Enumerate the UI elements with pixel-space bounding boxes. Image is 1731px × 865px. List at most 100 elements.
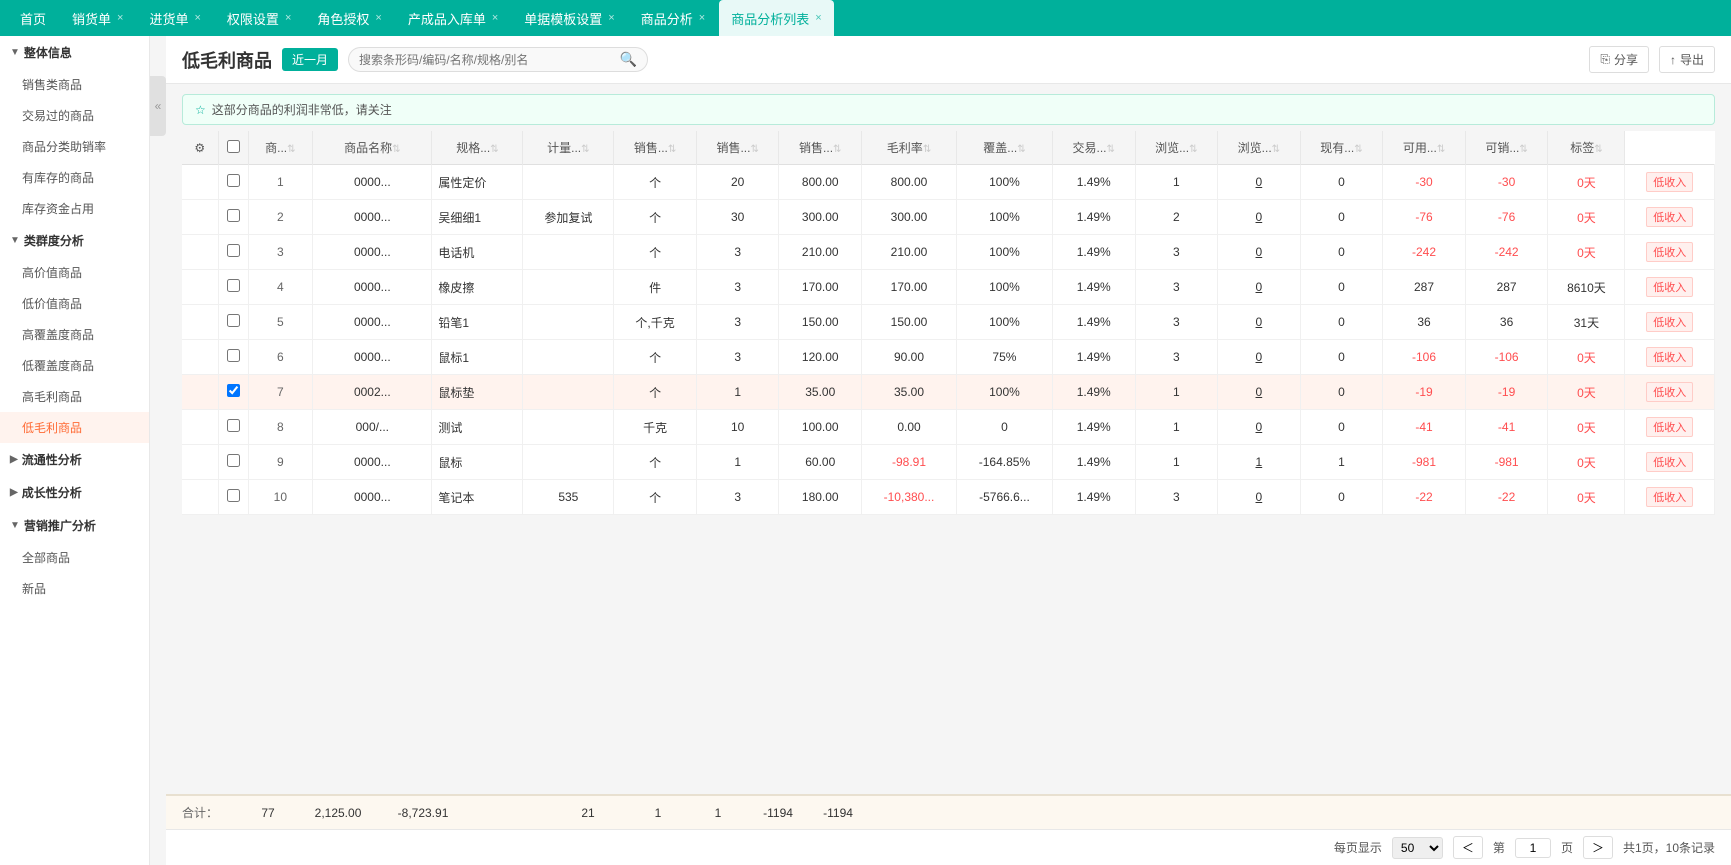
row-select-checkbox[interactable] — [227, 489, 240, 502]
sidebar-item-traded-products[interactable]: 交易过的商品 — [0, 100, 149, 131]
sidebar-item-new-products[interactable]: 新品 — [0, 573, 149, 604]
sidebar-item-low-coverage[interactable]: 低覆盖度商品 — [0, 350, 149, 381]
nav-template-settings[interactable]: 单据模板设置 × — [512, 0, 626, 36]
sidebar-item-stock-capital[interactable]: 库存资金占用 — [0, 193, 149, 224]
col-unit[interactable]: 计量...⇅ — [523, 131, 614, 165]
nav-product-analysis[interactable]: 商品分析 × — [629, 0, 717, 36]
row-view1[interactable]: 1 — [1218, 445, 1301, 480]
close-icon[interactable]: × — [194, 12, 200, 24]
col-checkbox[interactable] — [218, 131, 248, 165]
sidebar-collapse-btn[interactable]: « — [150, 76, 166, 136]
row-view1[interactable]: 0 — [1218, 305, 1301, 340]
row-select-checkbox[interactable] — [227, 384, 240, 397]
col-view2[interactable]: 浏览...⇅ — [1218, 131, 1301, 165]
table-row: 3 0000... 电话机 个 3 210.00 210.00 100% 1.4… — [182, 235, 1715, 270]
row-select-checkbox[interactable] — [227, 454, 240, 467]
row-select-checkbox[interactable] — [227, 174, 240, 187]
close-icon[interactable]: × — [375, 12, 381, 24]
col-available[interactable]: 可用...⇅ — [1383, 131, 1466, 165]
col-current-stock[interactable]: 现有...⇅ — [1300, 131, 1383, 165]
row-select-checkbox[interactable] — [227, 244, 240, 257]
row-view1[interactable]: 0 — [1218, 375, 1301, 410]
per-page-select[interactable]: 50 100 200 — [1392, 837, 1443, 859]
row-coverage: 1.49% — [1052, 480, 1135, 515]
row-current-stock: 287 — [1383, 270, 1466, 305]
export-button[interactable]: ↑ 导出 — [1659, 46, 1715, 73]
sidebar-item-high-margin[interactable]: 高毛利商品 — [0, 381, 149, 412]
close-icon[interactable]: × — [492, 12, 498, 24]
sidebar-group-overall[interactable]: ▼ 整体信息 — [0, 36, 149, 69]
col-sellable[interactable]: 可销...⇅ — [1465, 131, 1548, 165]
nav-role-auth[interactable]: 角色授权 × — [305, 0, 393, 36]
nav-sales-order[interactable]: 销货单 × — [60, 0, 135, 36]
row-checkbox[interactable] — [218, 270, 248, 305]
col-settings[interactable]: ⚙ — [182, 131, 218, 165]
col-gross-margin[interactable]: 毛利率⇅ — [862, 131, 957, 165]
time-filter-button[interactable]: 近一月 — [282, 48, 338, 71]
col-sales-qty[interactable]: 销售...⇅ — [614, 131, 697, 165]
row-select-checkbox[interactable] — [227, 314, 240, 327]
nav-permission[interactable]: 权限设置 × — [215, 0, 303, 36]
row-checkbox[interactable] — [218, 410, 248, 445]
col-coverage[interactable]: 覆盖...⇅ — [956, 131, 1052, 165]
row-view1[interactable]: 0 — [1218, 200, 1301, 235]
search-icon[interactable]: 🔍 — [620, 51, 637, 68]
sidebar-item-sales-products[interactable]: 销售类商品 — [0, 69, 149, 100]
prev-page-button[interactable]: ＜ — [1453, 836, 1483, 859]
row-checkbox[interactable] — [218, 235, 248, 270]
close-icon[interactable]: × — [815, 12, 821, 24]
row-view1[interactable]: 0 — [1218, 235, 1301, 270]
row-checkbox[interactable] — [218, 445, 248, 480]
next-page-button[interactable]: ＞ — [1583, 836, 1613, 859]
col-name[interactable]: 商品名称⇅ — [313, 131, 432, 165]
sidebar-group-cluster[interactable]: ▼ 类群度分析 — [0, 224, 149, 257]
sidebar-item-category-rate[interactable]: 商品分类助销率 — [0, 131, 149, 162]
nav-product-analysis-list[interactable]: 商品分析列表 × — [719, 0, 833, 36]
row-view1[interactable]: 0 — [1218, 480, 1301, 515]
row-view1[interactable]: 0 — [1218, 165, 1301, 200]
col-trade[interactable]: 交易...⇅ — [1052, 131, 1135, 165]
row-view1[interactable]: 0 — [1218, 340, 1301, 375]
sidebar-item-all-products[interactable]: 全部商品 — [0, 542, 149, 573]
sidebar-item-low-value[interactable]: 低价值商品 — [0, 288, 149, 319]
col-spec[interactable]: 规格...⇅ — [432, 131, 523, 165]
row-checkbox[interactable] — [218, 305, 248, 340]
nav-product-entry[interactable]: 产成品入库单 × — [396, 0, 510, 36]
select-all-checkbox[interactable] — [227, 140, 240, 153]
share-button[interactable]: ⎘ 分享 — [1589, 46, 1649, 73]
row-view1[interactable]: 0 — [1218, 270, 1301, 305]
sidebar-group-growth[interactable]: ▶ 成长性分析 — [0, 476, 149, 509]
sidebar-group-marketing[interactable]: ▼ 营销推广分析 — [0, 509, 149, 542]
row-sales-price: 210.00 — [779, 235, 862, 270]
col-code[interactable]: 商...⇅ — [248, 131, 313, 165]
sidebar-item-high-value[interactable]: 高价值商品 — [0, 257, 149, 288]
col-sales-price[interactable]: 销售...⇅ — [696, 131, 779, 165]
nav-purchase-order[interactable]: 进货单 × — [137, 0, 212, 36]
row-select-checkbox[interactable] — [227, 349, 240, 362]
row-checkbox[interactable] — [218, 340, 248, 375]
col-view1[interactable]: 浏览...⇅ — [1135, 131, 1218, 165]
row-select-checkbox[interactable] — [227, 279, 240, 292]
search-input[interactable] — [359, 53, 616, 67]
close-icon[interactable]: × — [285, 12, 291, 24]
row-sales-amount: 0.00 — [862, 410, 957, 445]
nav-home[interactable]: 首页 — [8, 0, 58, 36]
col-tag[interactable]: 标签⇅ — [1548, 131, 1625, 165]
sidebar-item-low-margin[interactable]: 低毛利商品 — [0, 412, 149, 443]
row-select-checkbox[interactable] — [227, 209, 240, 222]
close-icon[interactable]: × — [117, 12, 123, 24]
sidebar-item-stocked-products[interactable]: 有库存的商品 — [0, 162, 149, 193]
page-number-input[interactable] — [1515, 838, 1551, 858]
row-select-checkbox[interactable] — [227, 419, 240, 432]
close-icon[interactable]: × — [699, 12, 705, 24]
sidebar-group-circulation[interactable]: ▶ 流通性分析 — [0, 443, 149, 476]
row-checkbox[interactable] — [218, 480, 248, 515]
row-checkbox[interactable] — [218, 165, 248, 200]
row-checkbox[interactable] — [218, 200, 248, 235]
row-checkbox[interactable] — [218, 375, 248, 410]
sidebar-item-high-coverage[interactable]: 高覆盖度商品 — [0, 319, 149, 350]
row-unit: 个 — [614, 340, 697, 375]
col-sales-amount[interactable]: 销售...⇅ — [779, 131, 862, 165]
row-view1[interactable]: 0 — [1218, 410, 1301, 445]
close-icon[interactable]: × — [608, 12, 614, 24]
